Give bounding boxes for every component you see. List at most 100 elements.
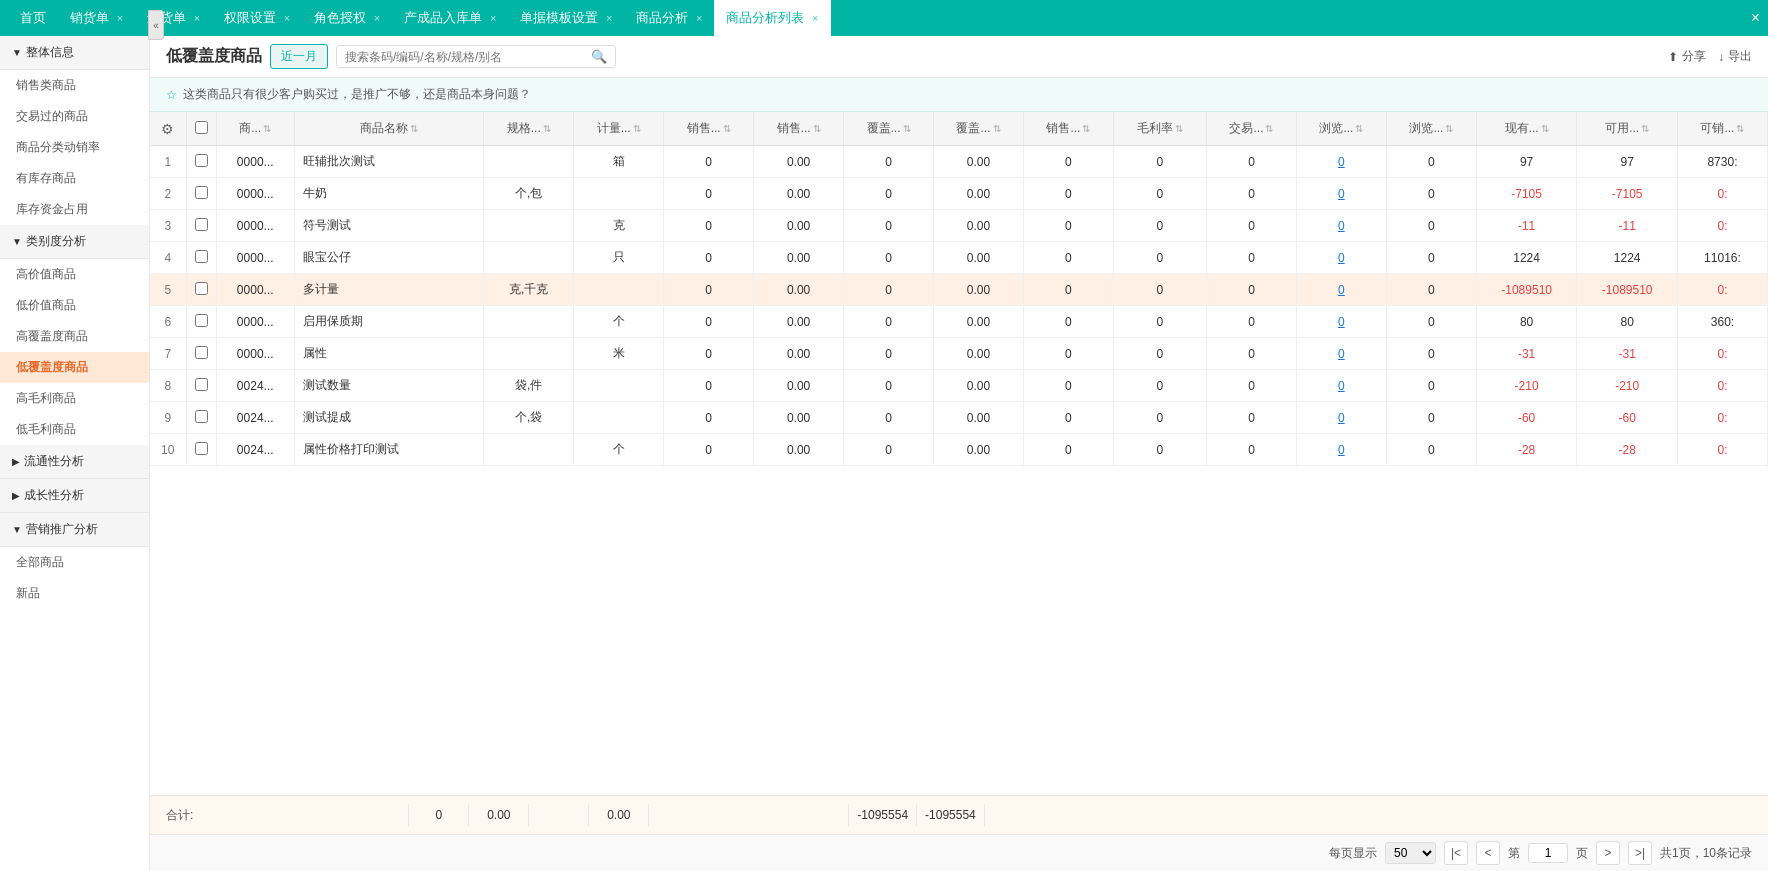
col-browse2-header[interactable]: 浏览...⇅ [1386, 112, 1476, 146]
sidebar-collapse-button[interactable]: « [148, 10, 164, 40]
select-all-checkbox[interactable] [195, 121, 208, 134]
cell-check[interactable] [186, 434, 216, 466]
cell-browse1[interactable]: 0 [1296, 370, 1386, 402]
col-gross-sort[interactable]: ⇅ [1175, 123, 1183, 134]
nav-purchase-close[interactable]: × [194, 12, 200, 24]
cell-check[interactable] [186, 178, 216, 210]
row-checkbox[interactable] [195, 154, 208, 167]
col-sales-qty-sort[interactable]: ⇅ [723, 123, 731, 134]
col-sales3-header[interactable]: 销售...⇅ [1023, 112, 1113, 146]
row-checkbox[interactable] [195, 314, 208, 327]
col-browse1-sort[interactable]: ⇅ [1355, 123, 1363, 134]
sidebar-item-high-value[interactable]: 高价值商品 [0, 259, 149, 290]
export-button[interactable]: ↓ 导出 [1718, 48, 1752, 65]
filter-recent-month-button[interactable]: 近一月 [270, 44, 328, 69]
cell-browse1[interactable]: 0 [1296, 210, 1386, 242]
cell-check[interactable] [186, 402, 216, 434]
page-number-input[interactable] [1528, 843, 1568, 863]
cell-check[interactable] [186, 242, 216, 274]
col-browse2-sort[interactable]: ⇅ [1445, 123, 1453, 134]
sidebar-item-new-goods[interactable]: 新品 [0, 578, 149, 609]
cell-browse1[interactable]: 0 [1296, 434, 1386, 466]
cell-check[interactable] [186, 306, 216, 338]
close-all-button[interactable]: × [1751, 9, 1760, 27]
col-current-sort[interactable]: ⇅ [1541, 123, 1549, 134]
nav-goods-analysis-list[interactable]: 商品分析列表 × [714, 0, 830, 36]
share-button[interactable]: ⬆ 分享 [1668, 48, 1706, 65]
page-size-select[interactable]: 50 100 200 [1385, 842, 1436, 864]
nav-sales[interactable]: 销货单 × [58, 0, 135, 36]
nav-goods-analysis[interactable]: 商品分析 × [624, 0, 714, 36]
sidebar-section-liquidity[interactable]: ▶ 流通性分析 [0, 445, 149, 479]
sidebar-item-high-margin[interactable]: 高毛利商品 [0, 383, 149, 414]
cell-browse1[interactable]: 0 [1296, 338, 1386, 370]
col-browse1-header[interactable]: 浏览...⇅ [1296, 112, 1386, 146]
col-trade-sort[interactable]: ⇅ [1265, 123, 1273, 134]
col-available-sort[interactable]: ⇅ [1641, 123, 1649, 134]
row-checkbox[interactable] [195, 442, 208, 455]
row-checkbox[interactable] [195, 282, 208, 295]
sidebar-item-traded-goods[interactable]: 交易过的商品 [0, 101, 149, 132]
row-checkbox[interactable] [195, 410, 208, 423]
sidebar-item-category-sales-rate[interactable]: 商品分类动销率 [0, 132, 149, 163]
sidebar-section-growth[interactable]: ▶ 成长性分析 [0, 479, 149, 513]
nav-goods-analysis-close[interactable]: × [696, 12, 702, 24]
col-code-header[interactable]: 商...⇅ [216, 112, 294, 146]
col-cover1-header[interactable]: 覆盖...⇅ [844, 112, 934, 146]
col-gross-header[interactable]: 毛利率⇅ [1113, 112, 1206, 146]
nav-goods-list-close[interactable]: × [812, 12, 818, 24]
row-checkbox[interactable] [195, 346, 208, 359]
row-checkbox[interactable] [195, 378, 208, 391]
sidebar-item-stock-capital[interactable]: 库存资金占用 [0, 194, 149, 225]
row-checkbox[interactable] [195, 186, 208, 199]
row-checkbox[interactable] [195, 250, 208, 263]
sidebar-section-overall[interactable]: ▼ 整体信息 [0, 36, 149, 70]
col-code-sort[interactable]: ⇅ [263, 123, 271, 134]
search-input[interactable] [345, 50, 591, 64]
col-saleable-header[interactable]: 可销...⇅ [1677, 112, 1767, 146]
sidebar-item-in-stock[interactable]: 有库存商品 [0, 163, 149, 194]
row-checkbox[interactable] [195, 218, 208, 231]
nav-template-close[interactable]: × [606, 12, 612, 24]
col-sales-amt-header[interactable]: 销售...⇅ [754, 112, 844, 146]
sidebar-item-sales-goods[interactable]: 销售类商品 [0, 70, 149, 101]
cell-browse1[interactable]: 0 [1296, 402, 1386, 434]
sidebar-item-all-goods[interactable]: 全部商品 [0, 547, 149, 578]
search-icon[interactable]: 🔍 [591, 49, 607, 64]
settings-icon[interactable]: ⚙ [161, 121, 174, 137]
col-trade-header[interactable]: 交易...⇅ [1207, 112, 1297, 146]
col-sales3-sort[interactable]: ⇅ [1082, 123, 1090, 134]
col-cover2-sort[interactable]: ⇅ [993, 123, 1001, 134]
nav-sales-close[interactable]: × [117, 12, 123, 24]
col-name-sort[interactable]: ⇅ [410, 123, 418, 134]
sidebar-item-low-margin[interactable]: 低毛利商品 [0, 414, 149, 445]
nav-role-auth[interactable]: 角色授权 × [302, 0, 392, 36]
cell-check[interactable] [186, 274, 216, 306]
cell-browse1[interactable]: 0 [1296, 178, 1386, 210]
cell-check[interactable] [186, 370, 216, 402]
nav-permissions[interactable]: 权限设置 × [212, 0, 302, 36]
col-cover2-header[interactable]: 覆盖...⇅ [934, 112, 1024, 146]
col-available-header[interactable]: 可用...⇅ [1577, 112, 1678, 146]
cell-browse1[interactable]: 0 [1296, 274, 1386, 306]
col-check-header[interactable] [186, 112, 216, 146]
col-unit-header[interactable]: 计量...⇅ [574, 112, 664, 146]
nav-home[interactable]: 首页 [8, 0, 58, 36]
nav-role-close[interactable]: × [374, 12, 380, 24]
col-sales-amt-sort[interactable]: ⇅ [813, 123, 821, 134]
cell-check[interactable] [186, 146, 216, 178]
col-name-header[interactable]: 商品名称⇅ [294, 112, 483, 146]
col-unit-sort[interactable]: ⇅ [633, 123, 641, 134]
sidebar-item-low-coverage[interactable]: 低覆盖度商品 [0, 352, 149, 383]
sidebar-item-low-value[interactable]: 低价值商品 [0, 290, 149, 321]
sidebar-section-marketing[interactable]: ▼ 营销推广分析 [0, 513, 149, 547]
nav-template[interactable]: 单据模板设置 × [508, 0, 624, 36]
prev-page-button[interactable]: < [1476, 841, 1500, 865]
cell-browse1[interactable]: 0 [1296, 146, 1386, 178]
col-saleable-sort[interactable]: ⇅ [1736, 123, 1744, 134]
sidebar-item-high-coverage[interactable]: 高覆盖度商品 [0, 321, 149, 352]
cell-check[interactable] [186, 210, 216, 242]
cell-browse1[interactable]: 0 [1296, 306, 1386, 338]
cell-browse1[interactable]: 0 [1296, 242, 1386, 274]
cell-check[interactable] [186, 338, 216, 370]
